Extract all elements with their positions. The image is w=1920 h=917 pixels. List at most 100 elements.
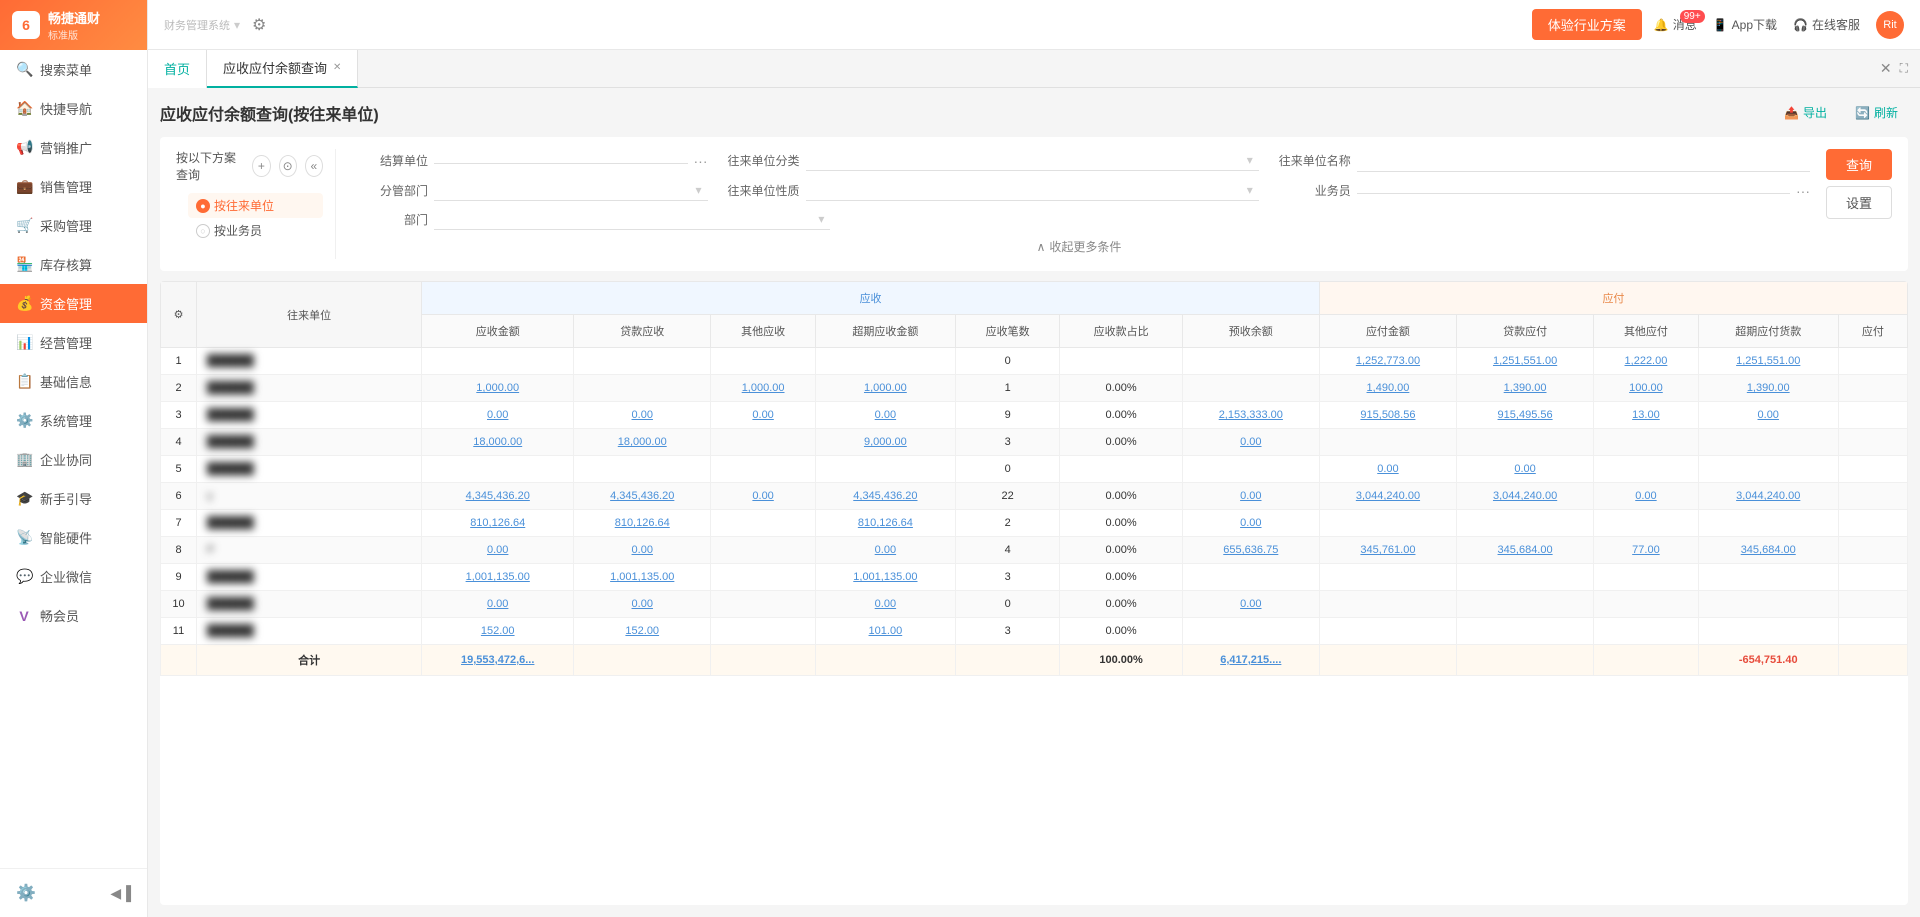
partner-category-select[interactable]: ▾	[806, 150, 1259, 171]
col-ap-other: 其他应付	[1594, 315, 1699, 348]
refresh-button[interactable]: 🔄 刷新	[1845, 100, 1908, 125]
sidebar-item-quick-nav[interactable]: 🏠 快捷导航	[0, 89, 147, 128]
purchase-icon: 🛒	[16, 217, 32, 234]
app-download-item[interactable]: 📱 App下载	[1713, 16, 1777, 33]
query-button[interactable]: 查询	[1826, 149, 1892, 180]
settings-button[interactable]: 设置	[1826, 186, 1892, 219]
col-settings-header[interactable]: ⚙	[161, 282, 197, 348]
sidebar-item-system[interactable]: ⚙️ 系统管理	[0, 401, 147, 440]
partner-nature-select[interactable]: ▾	[806, 180, 1259, 201]
settlement-unit-input[interactable]	[434, 157, 688, 164]
sidebar-item-search[interactable]: 🔍 搜索菜单	[0, 50, 147, 89]
tab-close-icon[interactable]: ✕	[333, 62, 341, 73]
total-ap-amount-empty	[1319, 645, 1456, 676]
table-row: 8P0.000.000.0040.00%655,636.75345,761.00…	[161, 537, 1908, 564]
search-scheme-panel: 按以下方案查询 + ⊙ « ● 按往来单位 ○ 按业务员	[176, 149, 336, 259]
main-area: 财务管理系统 ▾ ⚙ 体验行业方案 🔔 消息 99+ 📱 App下载 🎧 在线客…	[148, 0, 1920, 917]
dept-supervisor-select[interactable]: ▾	[434, 180, 708, 201]
edit-scheme-button[interactable]: ⊙	[279, 155, 297, 177]
tab-ar-ap[interactable]: 应收应付余额查询 ✕	[207, 50, 358, 88]
table-row: 6γ4,345,436.204,345,436.200.004,345,436.…	[161, 483, 1908, 510]
sidebar-collapse-icon[interactable]: ◀▐	[110, 885, 131, 902]
option-by-partner-icon: ●	[196, 199, 210, 213]
home-icon: 🏠	[16, 100, 32, 117]
total-label-empty	[161, 645, 197, 676]
tab-home[interactable]: 首页	[148, 50, 207, 88]
search-header: 按以下方案查询 + ⊙ «	[176, 149, 323, 183]
system-icon: ⚙️	[16, 412, 32, 429]
field-partner-nature: 往来单位性质 ▾	[720, 180, 1259, 201]
total-ar-count-empty	[955, 645, 1060, 676]
topbar: 财务管理系统 ▾ ⚙ 体验行业方案 🔔 消息 99+ 📱 App下载 🎧 在线客…	[148, 0, 1920, 50]
sidebar-item-smart-hw[interactable]: 📡 智能硬件	[0, 518, 147, 557]
total-ap-other-empty	[1594, 645, 1699, 676]
total-ar-prepay[interactable]: 6,417,215....	[1182, 645, 1319, 676]
table-row: 11██████152.00152.00101.0030.00%	[161, 618, 1908, 645]
chevron-down-icon: ▾	[1247, 153, 1253, 167]
topbar-gear-icon[interactable]: ⚙	[252, 15, 266, 35]
sidebar-item-corp-wechat[interactable]: 💬 企业微信	[0, 557, 147, 596]
total-ar-loan-empty	[574, 645, 711, 676]
export-button[interactable]: 📤 导出	[1774, 100, 1837, 125]
user-avatar[interactable]: Rit	[1876, 11, 1904, 39]
online-service-label: 在线客服	[1812, 16, 1860, 33]
sidebar-item-basic-info[interactable]: 📋 基础信息	[0, 362, 147, 401]
sidebar-item-operations[interactable]: 📊 经营管理	[0, 323, 147, 362]
sidebar-item-member[interactable]: V 畅会员	[0, 596, 147, 635]
option-by-salesperson-label: 按业务员	[214, 222, 262, 239]
tab-home-label: 首页	[164, 59, 190, 78]
table-row: 2██████1,000.001,000.001,000.0010.00%1,4…	[161, 375, 1908, 402]
smart-hw-icon: 📡	[16, 529, 32, 546]
total-ap-overdue: -654,751.40	[1698, 645, 1838, 676]
corp-collab-icon: 🏢	[16, 451, 32, 468]
collapse-scheme-button[interactable]: «	[305, 155, 323, 177]
sidebar-item-purchase[interactable]: 🛒 采购管理	[0, 206, 147, 245]
messages-icon-item[interactable]: 🔔 消息 99+	[1654, 16, 1697, 33]
col-ap-amount: 应付金额	[1319, 315, 1456, 348]
online-service-item[interactable]: 🎧 在线客服	[1793, 16, 1860, 33]
collapse-conditions-button[interactable]: ∧ 收起更多条件	[348, 234, 1810, 259]
sidebar-item-label-sales: 销售管理	[40, 177, 92, 196]
window-close-icon[interactable]: ✕	[1880, 60, 1892, 77]
search-row-2: 分管部门 ▾ 往来单位性质 ▾	[348, 180, 1810, 201]
col-ap-overdue: 超期应付货款	[1698, 315, 1838, 348]
sidebar-item-inventory[interactable]: 🏪 库存核算	[0, 245, 147, 284]
tab-ar-ap-label: 应收应付余额查询	[223, 58, 327, 77]
partner-name-input[interactable]	[1357, 149, 1810, 172]
query-buttons: 查询 设置	[1826, 149, 1892, 259]
inventory-icon: 🏪	[16, 256, 32, 273]
window-maximize-icon[interactable]: ⛶	[1900, 61, 1908, 76]
settlement-unit-picker-icon[interactable]: ···	[694, 153, 708, 169]
salesperson-picker-icon[interactable]: ···	[1796, 183, 1810, 199]
sidebar-bottom-settings-icon[interactable]: ⚙️	[16, 883, 36, 903]
solution-button[interactable]: 体验行业方案	[1532, 9, 1642, 40]
col-ar-amount: 应收金额	[422, 315, 574, 348]
table-scroll-area[interactable]: ⚙ 往来单位 应收 应付 应收金额 贷款应收 其他应收 超期应收金额 应收笔数	[160, 281, 1908, 905]
field-settlement-unit: 结算单位 ···	[348, 152, 708, 169]
partner-nature-chevron: ▾	[1247, 183, 1253, 197]
field-partner-name: 往来单位名称	[1271, 149, 1810, 172]
search-icon: 🔍	[16, 61, 32, 78]
sidebar-item-marketing[interactable]: 📢 营销推广	[0, 128, 147, 167]
field-salesperson-label: 业务员	[1271, 182, 1351, 199]
refresh-icon: 🔄	[1855, 106, 1870, 120]
sidebar-item-finance[interactable]: 💰 资金管理	[0, 284, 147, 323]
sidebar-item-corp-collab[interactable]: 🏢 企业协同	[0, 440, 147, 479]
table-body: 1██████01,252,773.001,251,551.001,222.00…	[161, 348, 1908, 645]
add-scheme-button[interactable]: +	[252, 155, 270, 177]
field-partner-category-label: 往来单位分类	[720, 152, 800, 169]
option-by-partner[interactable]: ● 按往来单位	[188, 193, 323, 218]
dept-select[interactable]: ▾	[434, 209, 830, 230]
sidebar-item-label-finance: 资金管理	[40, 294, 92, 313]
export-label: 导出	[1803, 104, 1827, 121]
sidebar-bottom: ⚙️ ◀▐	[0, 868, 147, 917]
sidebar-item-sales[interactable]: 💼 销售管理	[0, 167, 147, 206]
total-label: 合计	[197, 645, 422, 676]
option-by-salesperson[interactable]: ○ 按业务员	[188, 218, 323, 243]
sidebar-item-beginner[interactable]: 🎓 新手引导	[0, 479, 147, 518]
total-ar-amount[interactable]: 19,553,472,6...	[422, 645, 574, 676]
messages-badge: 99+	[1680, 10, 1705, 23]
breadcrumb-text: 财务管理系统	[164, 17, 230, 33]
basic-info-icon: 📋	[16, 373, 32, 390]
total-ap-loan-empty	[1457, 645, 1594, 676]
